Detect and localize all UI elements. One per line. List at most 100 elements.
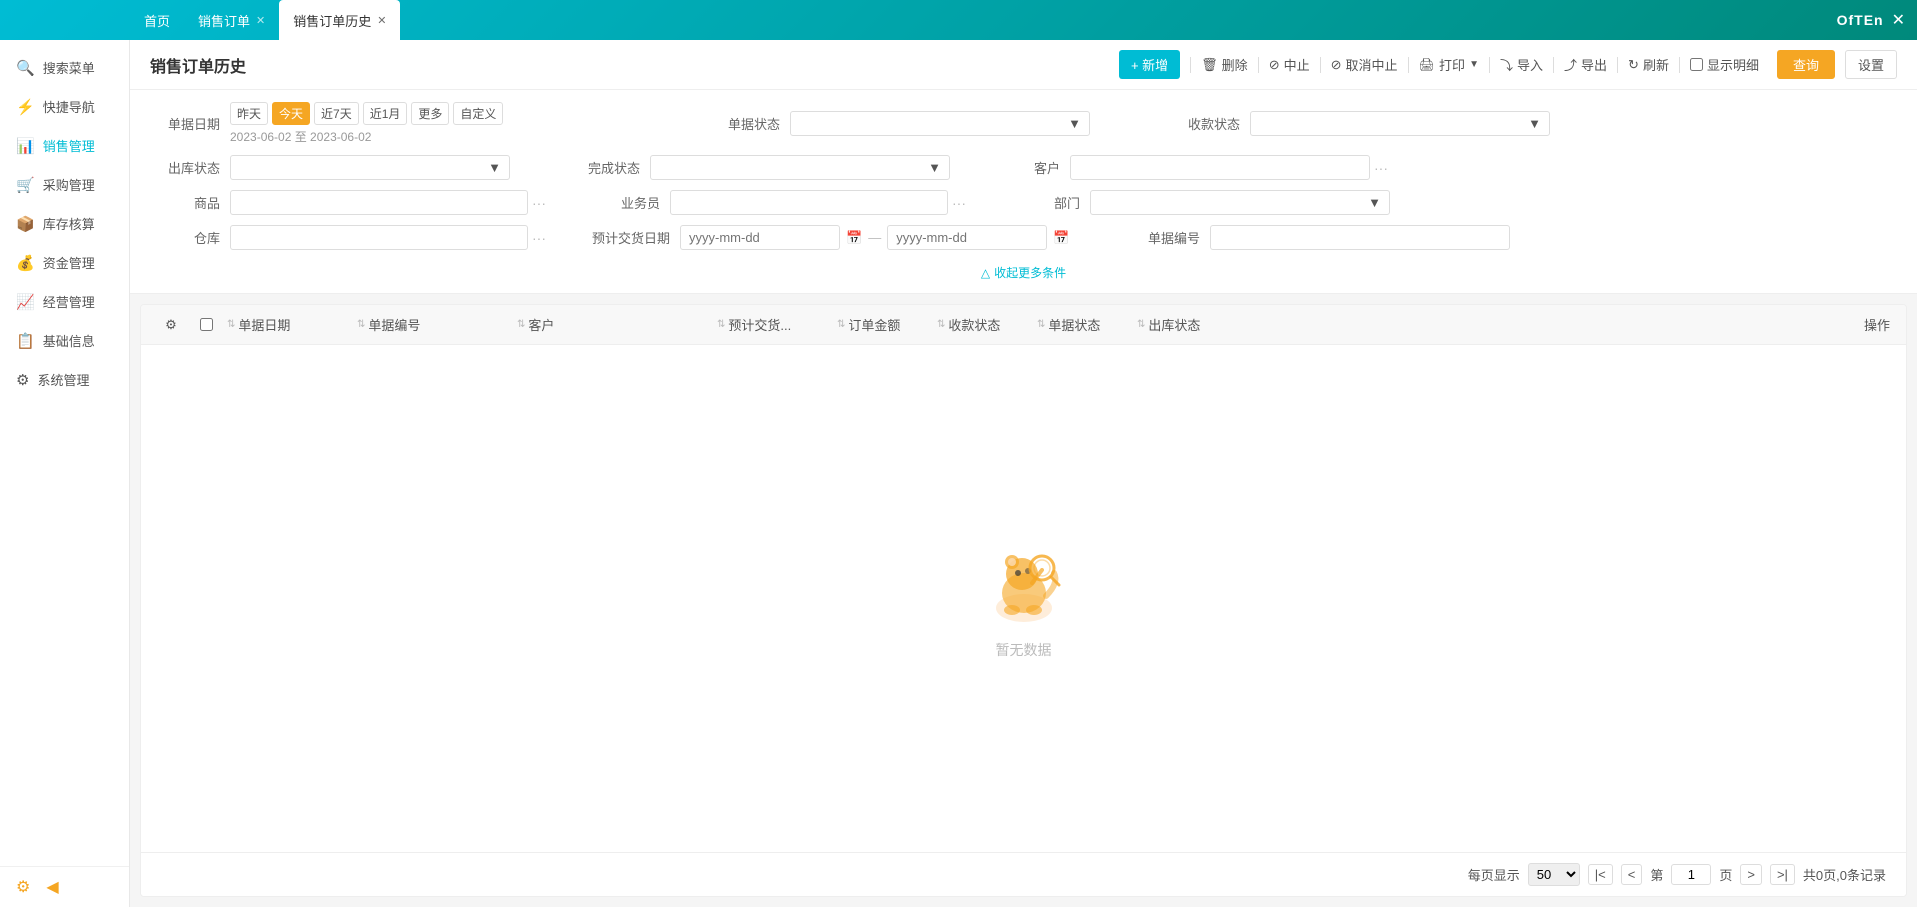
- search-icon: 🔍: [16, 59, 35, 77]
- product-dots[interactable]: ···: [528, 195, 550, 211]
- sort-icon-amount: ⇅: [837, 319, 845, 330]
- query-button[interactable]: 查询: [1777, 50, 1835, 79]
- department-select[interactable]: ▼: [1090, 190, 1390, 215]
- per-page-select[interactable]: 50 100 200: [1528, 863, 1580, 886]
- order-status-label: 单据状态: [710, 114, 790, 133]
- brand-name: OfTEn: [1837, 12, 1884, 28]
- order-no-input[interactable]: [1210, 225, 1510, 250]
- sidebar-label-basic-info: 基础信息: [43, 331, 95, 350]
- tab-sales-order[interactable]: 销售订单 ✕: [184, 0, 279, 40]
- prev-page-button[interactable]: <: [1621, 864, 1643, 885]
- payment-status-select[interactable]: ▼: [1250, 111, 1550, 136]
- purchase-icon: 🛒: [16, 176, 35, 194]
- complete-status-select[interactable]: ▼: [650, 155, 950, 180]
- cancel-stop-button[interactable]: ⊘ 取消中止: [1331, 55, 1398, 74]
- stock-status-select[interactable]: ▼: [230, 155, 510, 180]
- date-today[interactable]: 今天: [272, 102, 310, 125]
- sidebar-bottom: ⚙ ◀: [0, 866, 129, 907]
- stock-chevron: ▼: [488, 160, 501, 175]
- sidebar-item-basic-info[interactable]: 📋 基础信息: [0, 321, 129, 360]
- date-custom[interactable]: 自定义: [453, 102, 503, 125]
- current-page-input[interactable]: [1671, 864, 1711, 885]
- th-action: 操作: [1231, 315, 1896, 334]
- sidebar-item-purchase[interactable]: 🛒 采购管理: [0, 165, 129, 204]
- topbar-close-icon[interactable]: ✕: [1892, 10, 1905, 30]
- first-page-button[interactable]: |<: [1588, 864, 1613, 885]
- sidebar-label-quick-nav: 快捷导航: [43, 97, 95, 116]
- warehouse-input[interactable]: [230, 225, 528, 250]
- print-dropdown-icon: ▼: [1469, 59, 1479, 70]
- th-payment-status[interactable]: ⇅ 收款状态: [931, 315, 1031, 334]
- settings-button[interactable]: 设置: [1845, 50, 1897, 79]
- th-date[interactable]: ⇅ 单据日期: [221, 315, 351, 334]
- order-status-group: 单据状态 ▼: [710, 111, 1130, 136]
- delete-button[interactable]: 🗑 删除: [1201, 55, 1248, 74]
- last-page-button[interactable]: >|: [1770, 864, 1795, 885]
- sidebar-item-quick-nav[interactable]: ⚡ 快捷导航: [0, 87, 129, 126]
- product-input[interactable]: [230, 190, 528, 215]
- next-page-button[interactable]: >: [1740, 864, 1762, 885]
- th-delivery[interactable]: ⇅ 预计交货...: [711, 315, 831, 334]
- product-group: ···: [230, 190, 550, 215]
- print-button[interactable]: 🖨 打印 ▼: [1419, 55, 1479, 74]
- tab-sales-order-history[interactable]: 销售订单历史 ✕: [279, 0, 400, 40]
- tab-close-history[interactable]: ✕: [377, 14, 386, 27]
- expected-date-from[interactable]: [680, 225, 840, 250]
- export-button[interactable]: ⤴ 导出: [1564, 55, 1607, 74]
- sidebar-item-system[interactable]: ⚙ 系统管理: [0, 360, 129, 399]
- sort-icon-delivery: ⇅: [717, 319, 725, 330]
- pagination: 每页显示 50 100 200 |< < 第 页 > >| 共0页,0条记录: [141, 852, 1906, 896]
- collapse-sidebar-icon[interactable]: ◀: [46, 877, 58, 897]
- stop-button[interactable]: ⊘ 中止: [1269, 55, 1310, 74]
- sidebar-item-sales[interactable]: 📊 销售管理: [0, 126, 129, 165]
- sidebar-item-search[interactable]: 🔍 搜索菜单: [0, 48, 129, 87]
- sidebar-label-operations: 经营管理: [43, 292, 95, 311]
- th-settings[interactable]: ⚙: [151, 317, 191, 333]
- collapse-bar[interactable]: △ 收起更多条件: [150, 260, 1897, 281]
- import-button[interactable]: ⤵ 导入: [1500, 55, 1543, 74]
- date-yesterday[interactable]: 昨天: [230, 102, 268, 125]
- salesperson-group: 业务员 ···: [590, 190, 970, 215]
- tab-close-sales-order[interactable]: ✕: [256, 14, 265, 27]
- select-all-checkbox[interactable]: [200, 318, 213, 331]
- settings-bottom-icon[interactable]: ⚙: [16, 877, 30, 897]
- filter-row-2: 出库状态 ▼ 完成状态 ▼ 客户 ···: [150, 155, 1897, 180]
- main-content: 销售订单历史 + 新增 🗑 删除 ⊘ 中止 ⊘ 取消中止: [130, 40, 1917, 907]
- divider6: [1553, 57, 1554, 73]
- th-stock-status[interactable]: ⇅ 出库状态: [1131, 315, 1231, 334]
- th-amount[interactable]: ⇅ 订单金额: [831, 315, 931, 334]
- expected-date-to[interactable]: [887, 225, 1047, 250]
- finance-icon: 💰: [16, 254, 35, 272]
- sidebar-item-finance[interactable]: 💰 资金管理: [0, 243, 129, 282]
- warehouse-dots[interactable]: ···: [528, 230, 550, 246]
- expected-date-group: 预计交货日期 📅 — 📅: [590, 225, 1090, 250]
- order-status-select[interactable]: ▼: [790, 111, 1090, 136]
- complete-label: 完成状态: [570, 158, 650, 177]
- date-buttons-row: 昨天 今天 近7天 近1月 更多 自定义: [230, 102, 650, 125]
- th-customer[interactable]: ⇅ 客户: [511, 315, 711, 334]
- refresh-button[interactable]: ↻ 刷新: [1628, 55, 1669, 74]
- salesperson-dots[interactable]: ···: [948, 195, 970, 211]
- payment-status-chevron: ▼: [1528, 116, 1541, 131]
- department-group: 部门 ▼: [1010, 190, 1897, 215]
- date-7days[interactable]: 近7天: [314, 102, 359, 125]
- th-order-status[interactable]: ⇅ 单据状态: [1031, 315, 1131, 334]
- order-no-label: 单据编号: [1130, 228, 1210, 247]
- th-order-no[interactable]: ⇅ 单据编号: [351, 315, 511, 334]
- page-header: 销售订单历史 + 新增 🗑 删除 ⊘ 中止 ⊘ 取消中止: [130, 40, 1917, 90]
- divider1: [1190, 57, 1191, 73]
- sidebar-item-inventory[interactable]: 📦 库存核算: [0, 204, 129, 243]
- display-checkbox[interactable]: [1690, 58, 1703, 71]
- salesperson-input[interactable]: [670, 190, 948, 215]
- customer-dots[interactable]: ···: [1370, 160, 1392, 176]
- date-1month[interactable]: 近1月: [363, 102, 408, 125]
- divider3: [1320, 57, 1321, 73]
- new-button[interactable]: + 新增: [1119, 50, 1180, 79]
- th-checkbox[interactable]: [191, 318, 221, 331]
- sidebar-item-operations[interactable]: 📈 经营管理: [0, 282, 129, 321]
- date-more[interactable]: 更多: [411, 102, 449, 125]
- customer-input[interactable]: [1070, 155, 1370, 180]
- stop-icon: ⊘: [1269, 57, 1280, 73]
- basic-info-icon: 📋: [16, 332, 35, 350]
- tab-home[interactable]: + 新增 首页: [130, 0, 184, 40]
